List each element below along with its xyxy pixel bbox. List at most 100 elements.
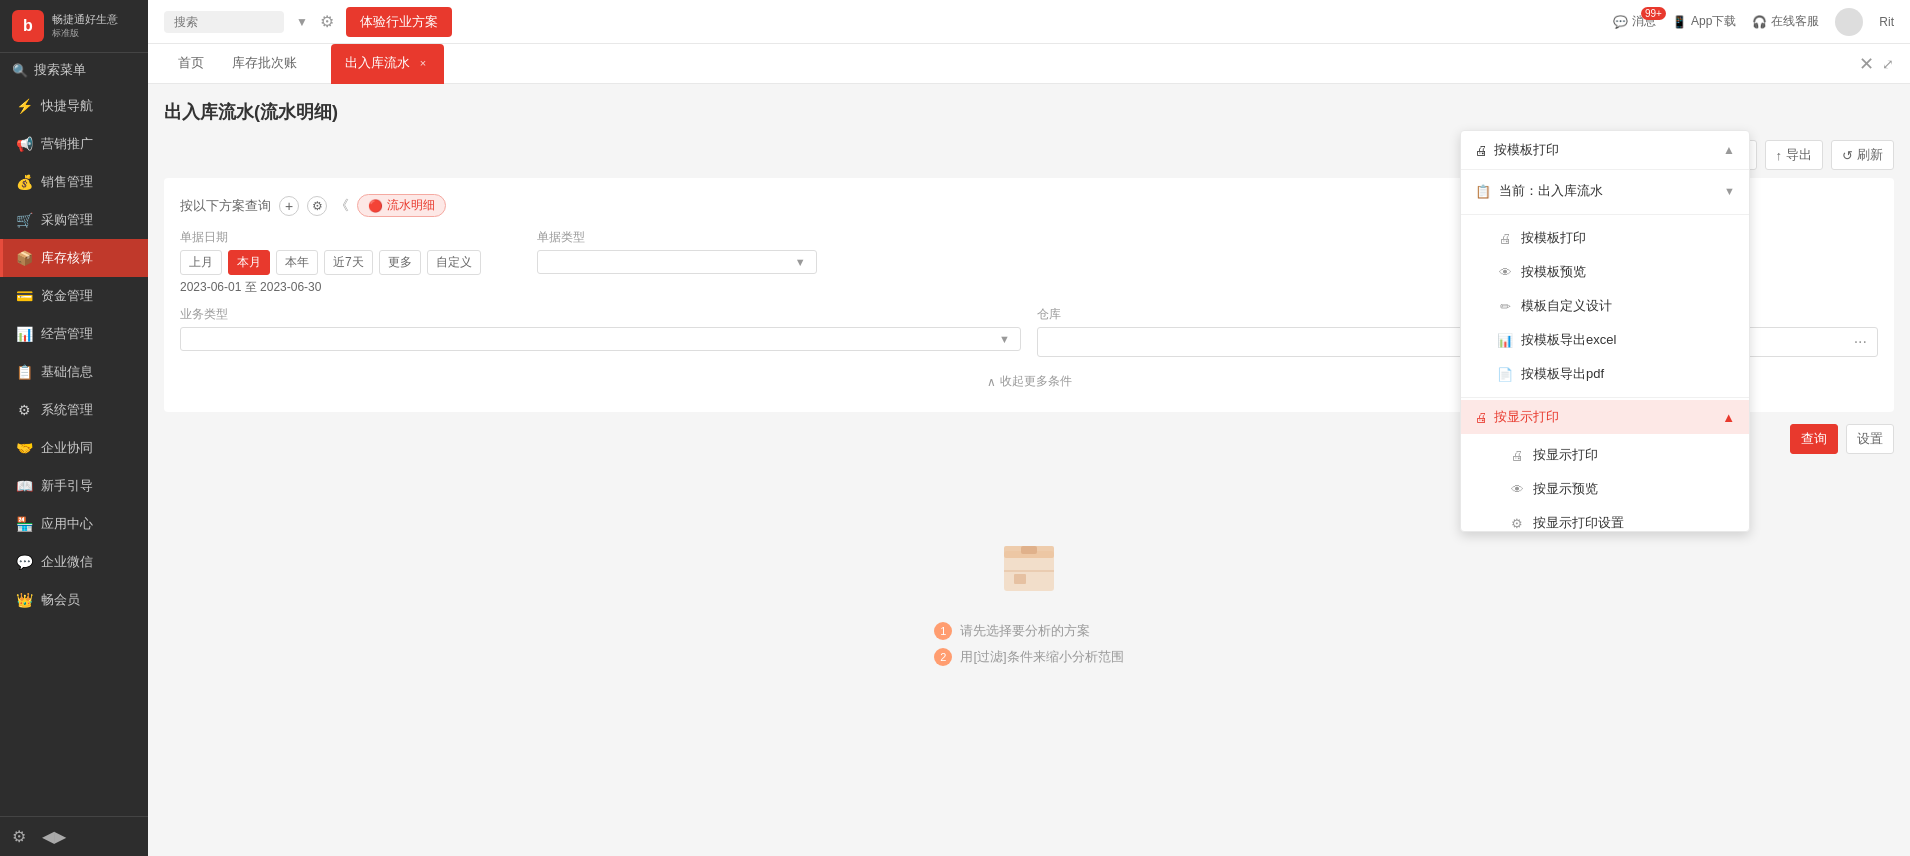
filter-add-btn[interactable]: + xyxy=(279,196,299,216)
online-service-btn[interactable]: 🎧 在线客服 xyxy=(1752,13,1819,30)
step-2-num: 2 xyxy=(934,648,952,666)
sidebar-item-basic[interactable]: 📋 基础信息 xyxy=(0,353,148,391)
user-avatar[interactable] xyxy=(1835,8,1863,36)
date-field: 单据日期 上月 本月 本年 近7天 更多 自定义 2023-06-01 至 20… xyxy=(180,229,481,296)
trial-btn[interactable]: 体验行业方案 xyxy=(346,7,452,37)
warehouse-label: 仓库 xyxy=(1037,306,1878,323)
topbar-search-chevron[interactable]: ▼ xyxy=(296,15,308,29)
sidebar-item-collab[interactable]: 🤝 企业协同 xyxy=(0,429,148,467)
date-btn-more[interactable]: 更多 xyxy=(379,250,421,275)
tab-stock-flow[interactable]: 出入库流水 × xyxy=(331,44,444,84)
export-btn[interactable]: ↑ 导出 xyxy=(1765,140,1824,170)
page-title: 出入库流水(流水明细) xyxy=(164,100,1894,124)
date-btn-this-year[interactable]: 本年 xyxy=(276,250,318,275)
sidebar-item-label: 企业协同 xyxy=(41,439,93,457)
sidebar-item-label: 基础信息 xyxy=(41,363,93,381)
dropdown-template-pdf[interactable]: 📄 按模板导出pdf xyxy=(1461,357,1749,391)
display-group-left: 🖨 按显示打印 xyxy=(1475,408,1559,426)
app-label: App下载 xyxy=(1691,13,1736,30)
date-btn-7days[interactable]: 近7天 xyxy=(324,250,373,275)
warehouse-field: 仓库 ··· xyxy=(1037,306,1878,357)
app-download-btn[interactable]: 📱 App下载 xyxy=(1672,13,1736,30)
app-icon: 📱 xyxy=(1672,15,1687,29)
display-print-label: 按显示打印 xyxy=(1533,446,1598,464)
sidebar-item-system[interactable]: ⚙ 系统管理 xyxy=(0,391,148,429)
filter-collapse-btn[interactable]: 《 xyxy=(335,197,349,215)
sidebar-item-appstore[interactable]: 🏪 应用中心 xyxy=(0,505,148,543)
guide-icon: 📖 xyxy=(15,477,33,495)
date-btn-this-month[interactable]: 本月 xyxy=(228,250,270,275)
doc-type-select[interactable]: ▼ xyxy=(537,250,817,274)
collapse-icon[interactable]: ◀▶ xyxy=(42,827,66,846)
topbar-search-input[interactable] xyxy=(164,11,284,33)
dropdown-display-settings[interactable]: ⚙ 按显示打印设置 xyxy=(1461,506,1749,531)
biz-type-chevron: ▼ xyxy=(999,333,1010,345)
empty-steps: 1 请先选择要分析的方案 2 用[过滤]条件来缩小分析范围 xyxy=(934,622,1123,666)
system-icon: ⚙ xyxy=(15,401,33,419)
refresh-btn[interactable]: ↺ 刷新 xyxy=(1831,140,1894,170)
filter-tag[interactable]: 🔴 流水明细 xyxy=(357,194,446,217)
date-group: 上月 本月 本年 近7天 更多 自定义 xyxy=(180,250,481,275)
sidebar-item-quicknav[interactable]: ⚡ 快捷导航 xyxy=(0,87,148,125)
warehouse-more-icon[interactable]: ··· xyxy=(1854,333,1867,351)
display-group-chevron: ▲ xyxy=(1722,410,1735,425)
dropdown-display-preview[interactable]: 👁 按显示预览 xyxy=(1461,472,1749,506)
dropdown-current-item[interactable]: 📋 当前：出入库流水 ▼ xyxy=(1461,174,1749,208)
tab-inventory-batch-close[interactable]: × xyxy=(303,56,317,70)
template-excel-icon: 📊 xyxy=(1497,332,1513,348)
sidebar-item-marketing[interactable]: 📢 营销推广 xyxy=(0,125,148,163)
tabbar-expand-btn[interactable]: ⤢ xyxy=(1882,56,1894,72)
dropdown-collapse-btn[interactable]: ▲ xyxy=(1723,143,1735,157)
dropdown-template-preview[interactable]: 👁 按模板预览 xyxy=(1461,255,1749,289)
dropdown-current-section: 📋 当前：出入库流水 ▼ xyxy=(1461,170,1749,212)
template-preview-icon: 👁 xyxy=(1497,264,1513,280)
sidebar-search[interactable]: 🔍 搜索菜单 xyxy=(0,53,148,87)
sidebar-item-inventory[interactable]: 📦 库存核算 xyxy=(0,239,148,277)
sidebar-item-weixin[interactable]: 💬 企业微信 xyxy=(0,543,148,581)
date-field-label: 单据日期 xyxy=(180,229,481,246)
dropdown-display-print[interactable]: 🖨 按显示打印 xyxy=(1461,438,1749,472)
sidebar-item-guide[interactable]: 📖 新手引导 xyxy=(0,467,148,505)
sales-icon: 💰 xyxy=(15,173,33,191)
warehouse-select[interactable]: ··· xyxy=(1037,327,1878,357)
tab-inventory-batch[interactable]: 库存批次账 × xyxy=(218,44,331,84)
current-label: 当前：出入库流水 xyxy=(1499,182,1603,200)
user-name: Rit xyxy=(1879,15,1894,29)
settings-btn[interactable]: 设置 xyxy=(1846,424,1894,454)
sidebar-item-label: 系统管理 xyxy=(41,401,93,419)
query-btn[interactable]: 查询 xyxy=(1790,424,1838,454)
dropdown-template-print[interactable]: 🖨 按模板打印 xyxy=(1461,221,1749,255)
sidebar-item-label: 库存核算 xyxy=(41,249,93,267)
tab-home[interactable]: 首页 xyxy=(164,44,218,84)
dropdown-display-group-header[interactable]: 🖨 按显示打印 ▲ xyxy=(1461,400,1749,434)
message-btn[interactable]: 💬 消息 99+ xyxy=(1613,13,1656,30)
settings-footer-icon[interactable]: ⚙ xyxy=(12,827,26,846)
refresh-icon: ↺ xyxy=(1842,148,1853,163)
template-pdf-label: 按模板导出pdf xyxy=(1521,365,1604,383)
filter-label: 按以下方案查询 xyxy=(180,197,271,215)
sidebar-item-label: 经营管理 xyxy=(41,325,93,343)
tabbar-controls: ✕ ⤢ xyxy=(1859,53,1894,75)
print-dropdown-panel: 🖨 按模板打印 ▲ 📋 当前：出入库流水 ▼ 🖨 按模板打印 👁 按模板预览 xyxy=(1460,130,1750,532)
dropdown-template-excel[interactable]: 📊 按模板导出excel xyxy=(1461,323,1749,357)
tab-stock-flow-close[interactable]: × xyxy=(416,56,430,70)
sidebar-item-sales[interactable]: 💰 销售管理 xyxy=(0,163,148,201)
date-btn-custom[interactable]: 自定义 xyxy=(427,250,481,275)
export-label: 导出 xyxy=(1786,146,1812,164)
sidebar-item-label: 采购管理 xyxy=(41,211,93,229)
topbar-gear-icon[interactable]: ⚙ xyxy=(320,12,334,31)
sidebar-item-operation[interactable]: 📊 经营管理 xyxy=(0,315,148,353)
date-btn-last-month[interactable]: 上月 xyxy=(180,250,222,275)
step-2-text: 用[过滤]条件来缩小分析范围 xyxy=(960,648,1123,666)
biz-type-select[interactable]: ▼ xyxy=(180,327,1021,351)
sidebar-item-finance[interactable]: 💳 资金管理 xyxy=(0,277,148,315)
sidebar-item-purchase[interactable]: 🛒 采购管理 xyxy=(0,201,148,239)
display-preview-label: 按显示预览 xyxy=(1533,480,1598,498)
display-settings-label: 按显示打印设置 xyxy=(1533,514,1624,531)
dropdown-template-design[interactable]: ✏ 模板自定义设计 xyxy=(1461,289,1749,323)
tabbar-close-all-btn[interactable]: ✕ xyxy=(1859,53,1874,75)
display-group-label: 按显示打印 xyxy=(1494,408,1559,426)
filter-settings-btn[interactable]: ⚙ xyxy=(307,196,327,216)
current-icon: 📋 xyxy=(1475,184,1491,199)
sidebar-item-member[interactable]: 👑 畅会员 xyxy=(0,581,148,619)
